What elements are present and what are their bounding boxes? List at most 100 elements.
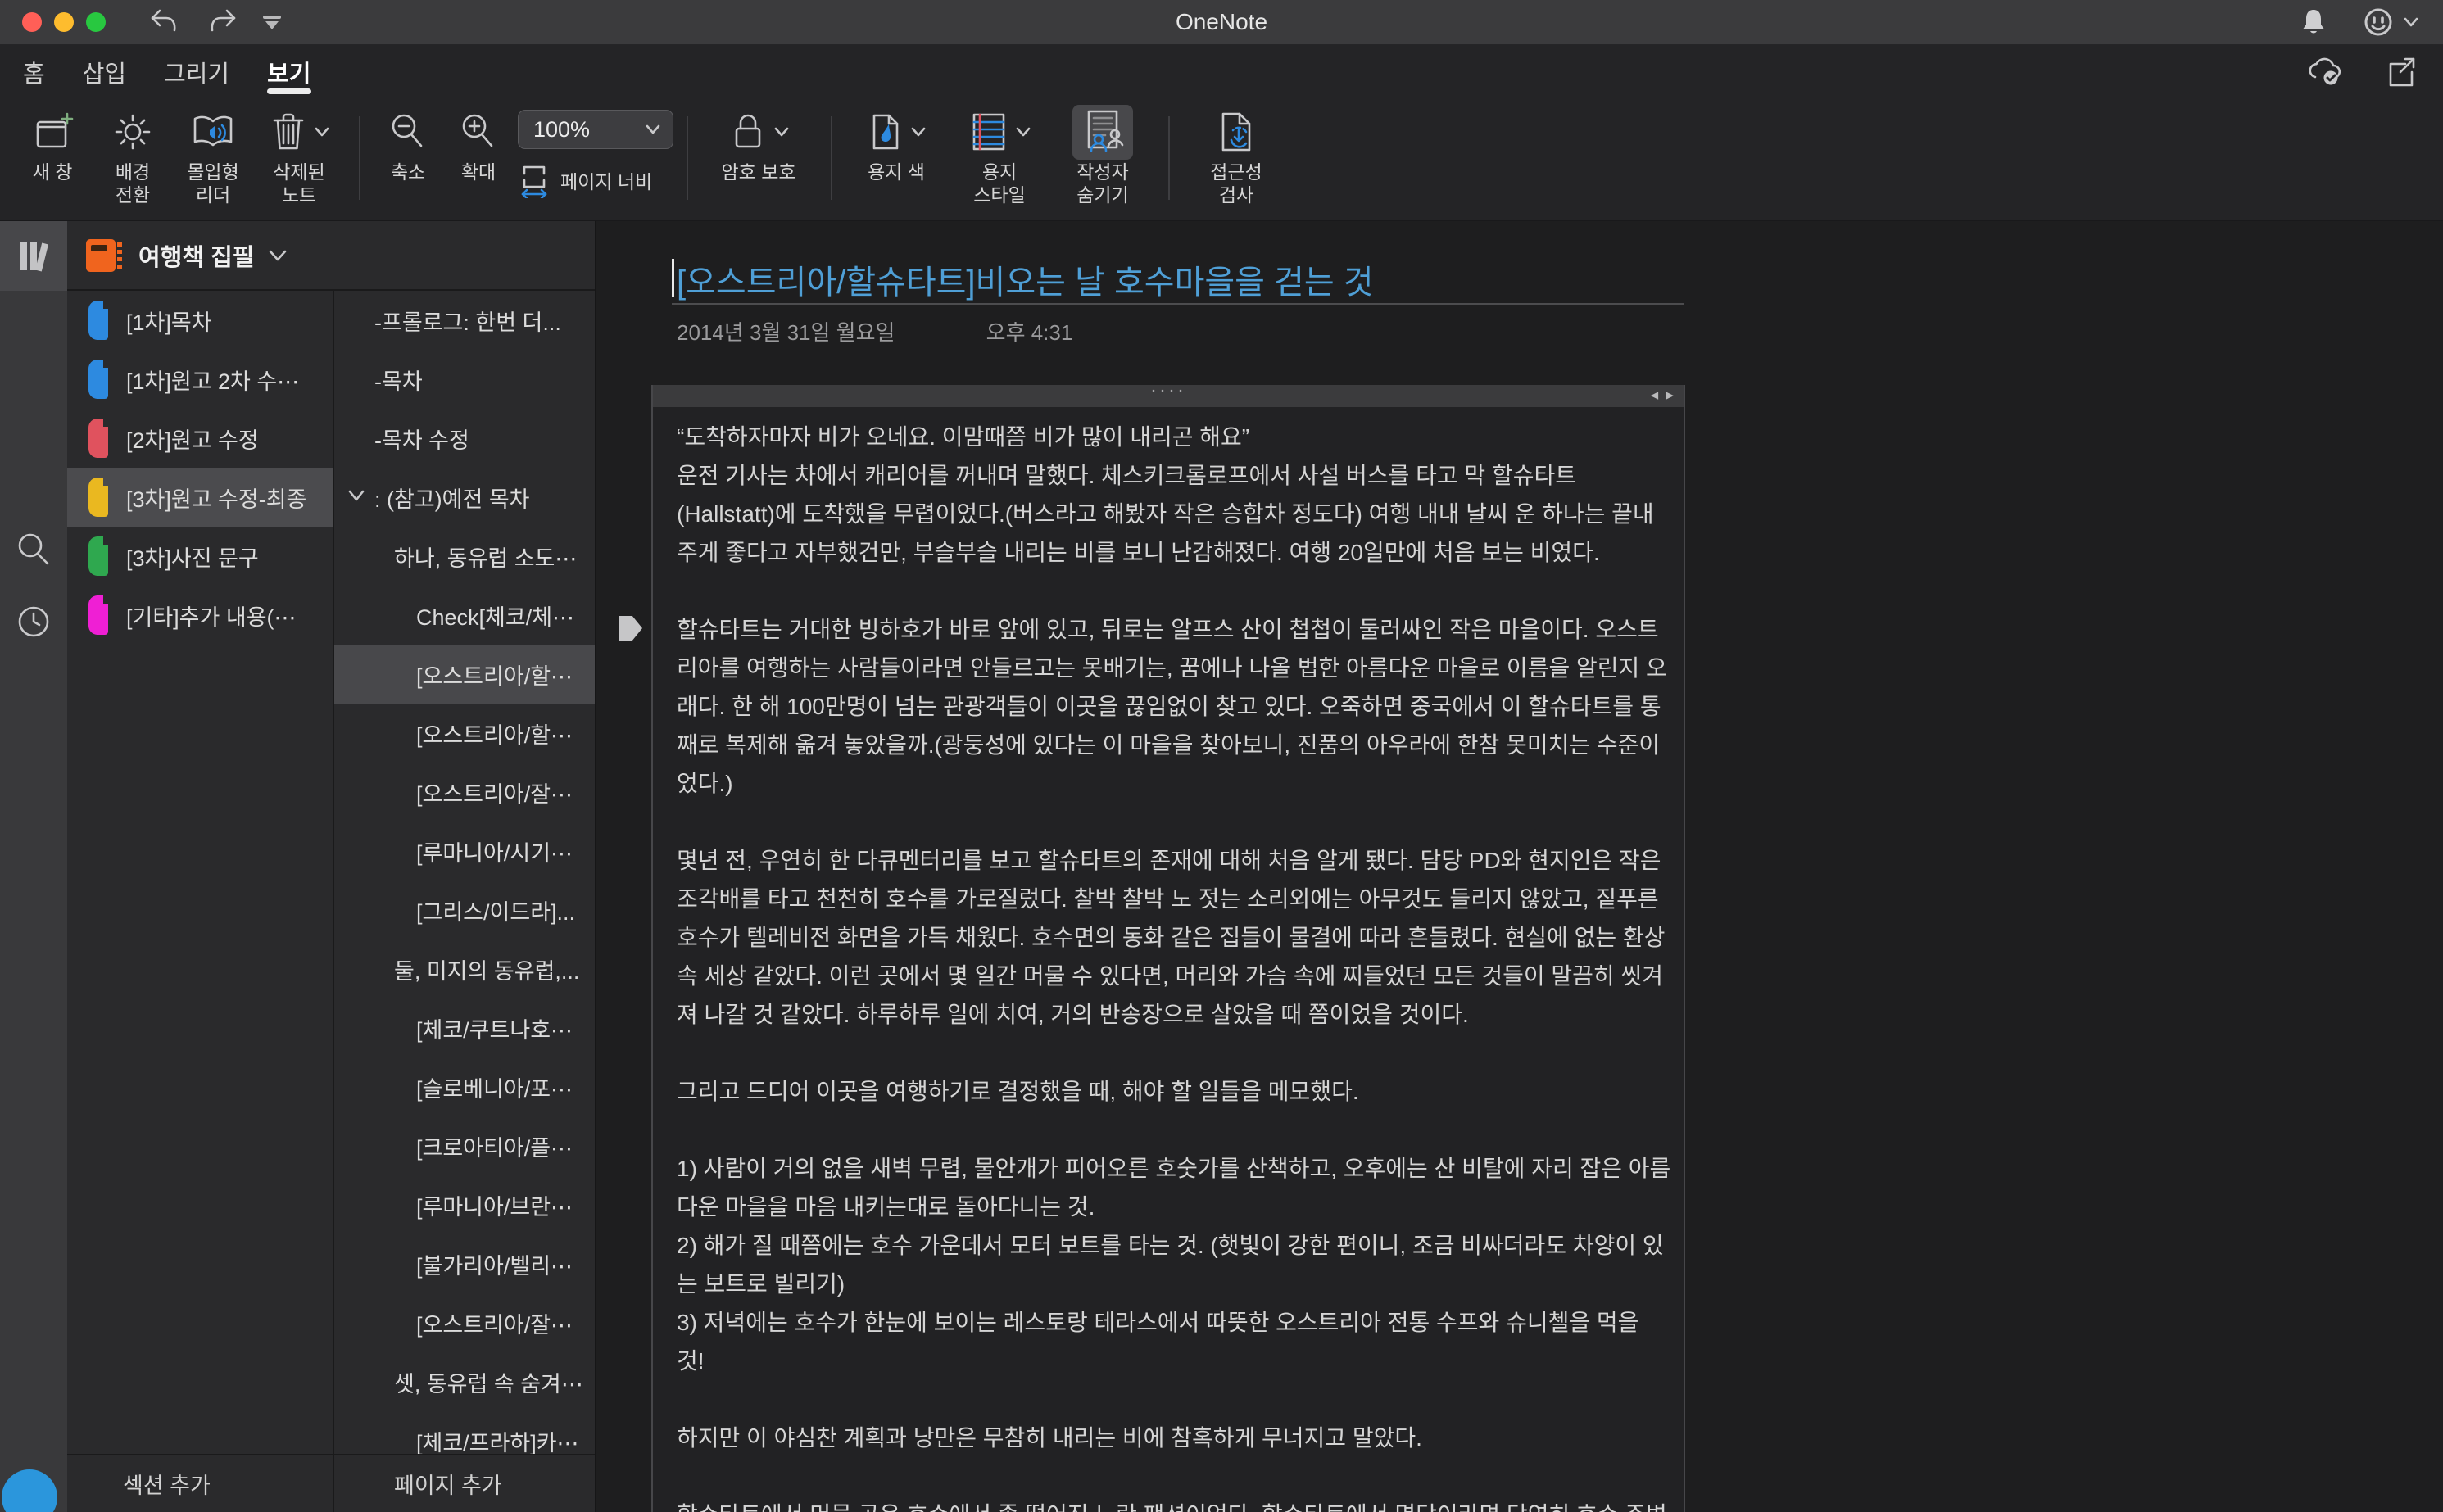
section-list-item[interactable]: [1차]원고 2차 수⋯ xyxy=(67,350,333,409)
chevron-down-icon xyxy=(1015,126,1031,138)
zoom-in-icon xyxy=(456,109,501,155)
page-list-item[interactable]: [루마니아/브란⋯ xyxy=(334,1175,595,1234)
note-content-outline[interactable]: ···· ◂ ▸ “도착하자마자 비가 오네요. 이맘때쯤 비가 많이 내리곤 … xyxy=(651,385,1685,1512)
section-label: [3차]원고 수정-최종 xyxy=(126,482,306,514)
zoom-level-select[interactable]: 100% xyxy=(518,110,673,149)
section-list-item[interactable]: [기타]추가 내용(⋯ xyxy=(67,586,333,645)
lock-icon xyxy=(727,109,768,155)
sync-status-icon[interactable] xyxy=(2304,56,2346,88)
hide-authors-state: 용지 스타일 xyxy=(973,161,1025,206)
redo-icon[interactable] xyxy=(204,3,242,41)
page-list-item[interactable]: [크로아티아/플⋯ xyxy=(334,1116,595,1175)
undo-icon[interactable] xyxy=(145,3,183,41)
note-paragraph[interactable]: 하지만 이 야심찬 계획과 낭만은 무참히 내리는 비에 참혹하게 무너지고 말… xyxy=(677,1419,1672,1457)
page-list-item[interactable]: [그리스/이드라]... xyxy=(334,880,595,939)
accessibility-check-button[interactable]: 접근성 검사 xyxy=(1183,105,1289,206)
page-list-item[interactable]: [오스트리아/할⋯ xyxy=(334,645,595,704)
page-list-item[interactable]: : (참고)예전 목차 xyxy=(334,468,595,527)
page-list-item[interactable]: [체코/쿠트나호⋯ xyxy=(334,998,595,1057)
recent-notes-button[interactable] xyxy=(0,600,67,644)
ribbon-tab[interactable]: 홈 xyxy=(23,45,45,98)
add-page-button[interactable]: 페이지 추가 xyxy=(334,1454,595,1512)
section-list-item[interactable]: [2차]원고 수정 xyxy=(67,409,333,468)
feedback-smiley-control[interactable] xyxy=(2359,3,2418,41)
search-icon xyxy=(12,528,55,571)
chevron-down-icon xyxy=(267,248,288,263)
immersive-reader-button[interactable]: 몰입형 리더 xyxy=(174,105,252,206)
note-paragraph[interactable]: 할슈타트에서 머물 곳은 호수에서 좀 떨어진 노란 팬션이었다. 할슈타트에서… xyxy=(677,1496,1672,1512)
paper-color-label: 용지 색 xyxy=(868,161,925,183)
password-protect-button[interactable]: 암호 보호 xyxy=(701,105,816,183)
notifications-bell-icon[interactable] xyxy=(2296,4,2332,40)
page-meta: 2014년 3월 31일 월요일 오후 4:31 xyxy=(677,316,1072,346)
ribbon-tab[interactable]: 그리기 xyxy=(164,45,229,98)
outline-resize-arrows-icon[interactable]: ◂ ▸ xyxy=(1651,386,1675,405)
account-avatar[interactable] xyxy=(2,1469,57,1512)
hide-authors-icon xyxy=(1079,106,1126,154)
page-label: [슬로베니아/포⋯ xyxy=(334,1071,573,1103)
page-list-item[interactable]: [불가리아/벨리⋯ xyxy=(334,1234,595,1293)
section-list-item[interactable]: [3차]사진 문구 xyxy=(67,527,333,586)
page-list-item[interactable]: [체코/프라하]카⋯ xyxy=(334,1411,595,1454)
section-color-tab-icon xyxy=(88,419,108,458)
paper-color-button[interactable]: 용지 색 xyxy=(845,105,947,183)
page-list-item[interactable]: Check[체코/체⋯ xyxy=(334,586,595,645)
page-list-item[interactable]: [오스트리아/잘⋯ xyxy=(334,1293,595,1352)
section-list-item[interactable]: [1차]목차 xyxy=(67,291,333,350)
section-label: [2차]원고 수정 xyxy=(126,423,259,455)
page-label: [오스트리아/할⋯ xyxy=(334,659,573,690)
customize-toolbar-icon[interactable] xyxy=(263,16,281,29)
background-switch-button[interactable]: 배경 전환 xyxy=(93,105,172,206)
page-label: 하나, 동유럽 소도⋯ xyxy=(334,541,577,573)
note-paragraph[interactable]: 할슈타트는 거대한 빙하호가 바로 앞에 있고, 뒤로는 알프스 산이 첩첩이 … xyxy=(677,610,1672,803)
page-list-item[interactable]: 하나, 동유럽 소도⋯ xyxy=(334,527,595,586)
page-list-item[interactable]: [슬로베니아/포⋯ xyxy=(334,1057,595,1116)
page-list-item[interactable]: [오스트리아/할⋯ xyxy=(334,704,595,763)
zoom-in-button[interactable]: 확대 xyxy=(444,105,513,183)
paper-style-button[interactable]: 용지 스타일 xyxy=(949,105,1050,206)
page-list-item[interactable]: 셋, 동유럽 속 숨겨⋯ xyxy=(334,1352,595,1411)
section-color-tab-icon xyxy=(88,595,108,635)
page-list-item[interactable]: -목차 xyxy=(334,350,595,409)
ribbon-tab[interactable]: 삽입 xyxy=(83,45,126,98)
ribbon-tab-label: 보기 xyxy=(267,55,310,89)
notebook-title: 여행책 집필 xyxy=(138,238,254,273)
hide-authors-button[interactable]: 작성자 숨기기 xyxy=(1052,105,1154,206)
section-label: [1차]원고 2차 수⋯ xyxy=(126,364,299,396)
page-label: -프롤로그: 한번 더... xyxy=(334,305,561,337)
add-section-button[interactable]: 섹션 추가 xyxy=(67,1454,333,1512)
page-list-item[interactable]: -프롤로그: 한번 더... xyxy=(334,291,595,350)
close-window-button[interactable] xyxy=(22,12,42,32)
deleted-notes-button[interactable]: 삭제된 노트 xyxy=(254,105,344,206)
new-window-button[interactable]: 새 창 xyxy=(13,105,92,183)
traffic-lights xyxy=(0,12,106,32)
page-label: [체코/쿠트나호⋯ xyxy=(334,1012,573,1044)
ribbon-separator xyxy=(687,116,688,200)
page-canvas[interactable]: [오스트리아/할슈타트]비오는 날 호수마을을 걷는 것 2014년 3월 31… xyxy=(596,221,2443,1512)
search-button[interactable] xyxy=(0,528,67,571)
page-title[interactable]: [오스트리아/할슈타트]비오는 날 호수마을을 걷는 것 xyxy=(677,256,1374,303)
page-time: 오후 4:31 xyxy=(986,320,1073,345)
note-tag-marker-icon[interactable] xyxy=(619,616,642,641)
minimize-window-button[interactable] xyxy=(54,12,74,32)
page-list-item[interactable]: -목차 수정 xyxy=(334,409,595,468)
note-body-text[interactable]: “도착하자마자 비가 오네요. 이맘때쯤 비가 많이 내리곤 해요” 운전 기사… xyxy=(653,407,1684,1512)
page-list-item[interactable]: [루마니아/시기⋯ xyxy=(334,822,595,880)
ribbon-tab[interactable]: 보기 xyxy=(267,45,310,98)
section-list-item[interactable]: [3차]원고 수정-최종 xyxy=(67,468,333,527)
note-paragraph[interactable]: “도착하자마자 비가 오네요. 이맘때쯤 비가 많이 내리곤 해요” 운전 기사… xyxy=(677,418,1672,572)
page-list-item[interactable]: [오스트리아/잘⋯ xyxy=(334,763,595,822)
outline-drag-handle[interactable]: ···· ◂ ▸ xyxy=(653,385,1684,407)
note-paragraph[interactable]: 몇년 전, 우연히 한 다큐멘터리를 보고 할슈타트의 존재에 대해 처음 알게… xyxy=(677,841,1672,1034)
notebooks-nav-button[interactable] xyxy=(0,221,67,291)
page-list-item[interactable]: 둘, 미지의 동유럽,... xyxy=(334,939,595,998)
notebook-switcher[interactable]: 여행책 집필 xyxy=(67,221,595,291)
page-width-button[interactable]: 페이지 너비 xyxy=(518,162,673,198)
note-paragraph[interactable]: 1) 사람이 거의 없을 새벽 무렵, 물안개가 피어오른 호숫가를 산책하고,… xyxy=(677,1149,1672,1380)
zoom-out-button[interactable]: 축소 xyxy=(374,105,442,183)
share-icon[interactable] xyxy=(2381,54,2418,90)
note-paragraph[interactable]: 그리고 드디어 이곳을 여행하기로 결정했을 때, 해야 할 일들을 메모했다. xyxy=(677,1072,1672,1111)
zoom-window-button[interactable] xyxy=(86,12,106,32)
title-underline xyxy=(672,303,1684,305)
page-expand-chevron-icon[interactable] xyxy=(347,489,365,502)
